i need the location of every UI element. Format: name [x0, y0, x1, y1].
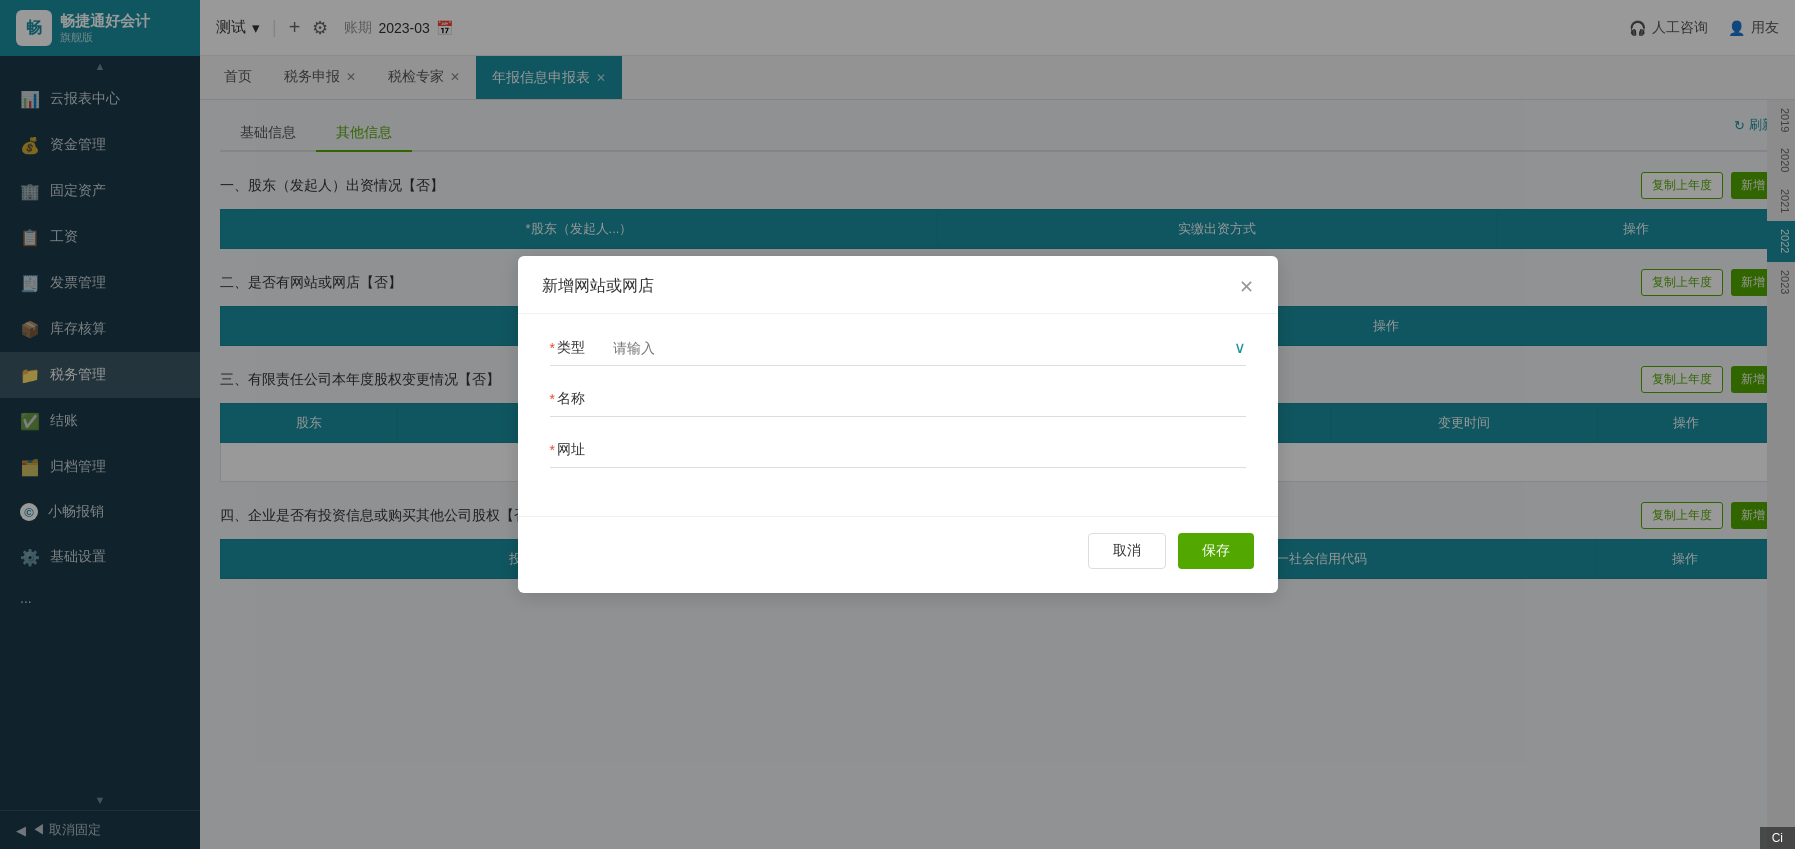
name-required-star: *	[550, 391, 555, 407]
type-label: 类型	[557, 339, 597, 357]
save-button[interactable]: 保存	[1178, 533, 1254, 569]
dialog-title: 新增网站或网店	[542, 276, 654, 297]
add-website-dialog: 新增网站或网店 ✕ * 类型 ∨ * 名称	[518, 256, 1278, 593]
form-row-url: * 网址	[550, 441, 1246, 468]
dialog-close-button[interactable]: ✕	[1239, 278, 1254, 296]
url-input[interactable]	[613, 442, 1246, 458]
name-input[interactable]	[613, 391, 1246, 407]
type-input[interactable]	[613, 340, 1234, 356]
dialog-header: 新增网站或网店 ✕	[518, 256, 1278, 314]
cancel-button[interactable]: 取消	[1088, 533, 1166, 569]
form-row-type: * 类型 ∨	[550, 338, 1246, 366]
type-required-star: *	[550, 340, 555, 356]
type-dropdown-icon[interactable]: ∨	[1234, 338, 1246, 357]
dialog-overlay: 新增网站或网店 ✕ * 类型 ∨ * 名称	[0, 0, 1795, 849]
bottom-watermark: Ci	[1760, 827, 1795, 849]
url-label: 网址	[557, 441, 597, 459]
form-row-name: * 名称	[550, 390, 1246, 417]
dialog-footer: 取消 保存	[518, 516, 1278, 593]
url-required-star: *	[550, 442, 555, 458]
name-label: 名称	[557, 390, 597, 408]
dialog-body: * 类型 ∨ * 名称 * 网址	[518, 314, 1278, 516]
watermark-text: Ci	[1772, 831, 1783, 845]
